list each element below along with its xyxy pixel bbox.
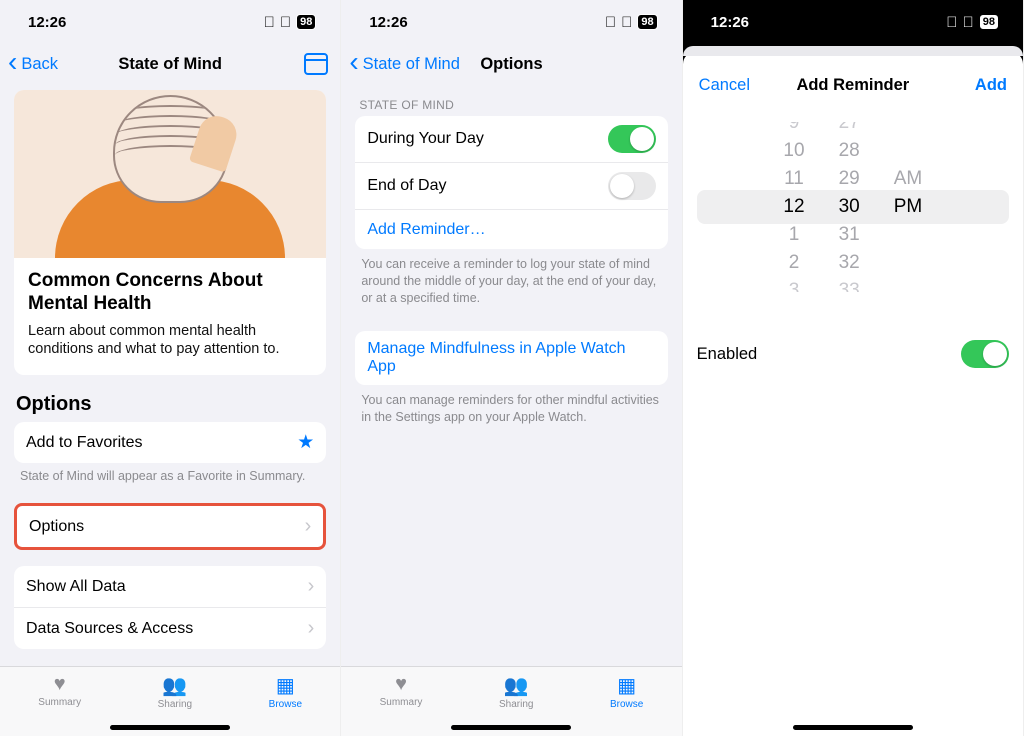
back-button[interactable]: Back (8, 44, 58, 84)
show-all-data-row[interactable]: Show All Data › (14, 566, 326, 607)
status-bar: 12:26 􀙇 􀙈 98 (341, 0, 681, 44)
options-row[interactable]: Options › (17, 506, 323, 547)
options-list-highlighted: Options › (14, 503, 326, 550)
calendar-icon (304, 53, 328, 75)
screen-options: 12:26 􀙇 􀙈 98 State of Mind Options STATE… (341, 0, 682, 736)
hero-illustration (14, 90, 326, 258)
content: Common Concerns About Mental Health Lear… (0, 84, 340, 666)
reminder-footnote: You can receive a reminder to log your s… (361, 256, 661, 307)
back-button[interactable]: State of Mind (349, 44, 460, 84)
favorites-list: Add to Favorites ★ (14, 422, 326, 463)
status-time: 12:26 (28, 14, 66, 31)
sheet-title: Add Reminder (796, 76, 909, 95)
end-of-day-toggle[interactable] (608, 172, 656, 200)
chevron-right-icon: › (308, 575, 315, 598)
page-title: State of Mind (118, 55, 222, 74)
wifi-icon: 􀙈 (280, 14, 291, 31)
tab-summary[interactable]: ♥Summary (38, 673, 81, 708)
add-reminder-row[interactable]: Add Reminder… (355, 209, 667, 249)
status-right: 􀙇 􀙈 98 (605, 14, 658, 31)
picker-hours[interactable]: 9 10 11 12 1 2 3 (783, 122, 804, 292)
nav-bar: State of Mind Options (341, 44, 681, 84)
hero-card[interactable]: Common Concerns About Mental Health Lear… (14, 90, 326, 375)
hero-title: Common Concerns About Mental Health (28, 270, 312, 316)
picker-minutes[interactable]: 27 28 29 30 31 32 33 (839, 122, 860, 292)
chevron-right-icon: › (308, 617, 315, 640)
signal-icon: 􀙇 (264, 14, 275, 31)
group-header: STATE OF MIND (359, 98, 663, 112)
status-time: 12:26 (369, 14, 407, 31)
enabled-row[interactable]: Enabled (697, 340, 1009, 368)
sheet-layer-peek (683, 46, 1023, 56)
home-indicator (110, 725, 230, 730)
manage-footnote: You can manage reminders for other mindf… (361, 392, 661, 426)
time-picker[interactable]: 9 10 11 12 1 2 3 27 28 29 30 31 32 33 AM… (697, 122, 1009, 292)
add-to-favorites-row[interactable]: Add to Favorites ★ (14, 422, 326, 463)
manage-list: Manage Mindfulness in Apple Watch App (355, 331, 667, 385)
status-right: 􀙇 􀙈 98 (946, 14, 999, 31)
screen-state-of-mind: 12:26 􀙇 􀙈 98 Back State of Mind (0, 0, 341, 736)
battery-icon: 98 (979, 14, 999, 30)
tab-sharing[interactable]: 👥Sharing (158, 673, 192, 710)
people-icon: 👥 (158, 673, 192, 698)
battery-icon: 98 (637, 14, 657, 30)
signal-icon: 􀙇 (946, 14, 957, 31)
sheet-nav: Cancel Add Reminder Add (683, 62, 1023, 108)
grid-icon: ▦ (269, 673, 302, 698)
tab-sharing[interactable]: 👥Sharing (499, 673, 533, 710)
cancel-button[interactable]: Cancel (699, 76, 750, 95)
manage-watch-row[interactable]: Manage Mindfulness in Apple Watch App (355, 331, 667, 385)
page-title: Options (480, 55, 542, 74)
status-time: 12:26 (711, 14, 749, 31)
status-right: 􀙇 􀙈 98 (264, 14, 317, 31)
wifi-icon: 􀙈 (962, 14, 973, 31)
star-icon: ★ (297, 431, 314, 454)
content: STATE OF MIND During Your Day End of Day… (341, 84, 681, 666)
during-day-toggle[interactable] (608, 125, 656, 153)
picker-ampm[interactable]: AM PM (894, 122, 923, 292)
hero-body: Learn about common mental health conditi… (28, 322, 312, 360)
battery-icon: 98 (296, 14, 316, 30)
data-sources-row[interactable]: Data Sources & Access › (14, 607, 326, 649)
options-section-title: Options (16, 393, 324, 416)
tab-browse[interactable]: ▦Browse (610, 673, 643, 710)
tab-browse[interactable]: ▦Browse (269, 673, 302, 710)
screen-add-reminder: 12:26 􀙇 􀙈 98 Cancel Add Reminder Add 9 1… (683, 0, 1024, 736)
tab-summary[interactable]: ♥Summary (380, 673, 423, 708)
enabled-toggle[interactable] (961, 340, 1009, 368)
wifi-icon: 􀙈 (621, 14, 632, 31)
chevron-right-icon: › (305, 515, 312, 538)
add-button[interactable]: Add (975, 76, 1007, 95)
favorites-footnote: State of Mind will appear as a Favorite … (20, 469, 320, 483)
end-of-day-row[interactable]: End of Day (355, 162, 667, 209)
home-indicator (793, 725, 913, 730)
during-day-row[interactable]: During Your Day (355, 116, 667, 162)
data-list: Show All Data › Data Sources & Access › (14, 566, 326, 649)
home-indicator (451, 725, 571, 730)
grid-icon: ▦ (610, 673, 643, 698)
nav-bar: Back State of Mind (0, 44, 340, 84)
signal-icon: 􀙇 (605, 14, 616, 31)
heart-icon: ♥ (380, 673, 423, 696)
status-bar: 12:26 􀙇 􀙈 98 (0, 0, 340, 44)
heart-icon: ♥ (38, 673, 81, 696)
status-bar: 12:26 􀙇 􀙈 98 (683, 0, 1023, 44)
reminder-list: During Your Day End of Day Add Reminder… (355, 116, 667, 249)
calendar-button[interactable] (304, 44, 328, 84)
people-icon: 👥 (499, 673, 533, 698)
